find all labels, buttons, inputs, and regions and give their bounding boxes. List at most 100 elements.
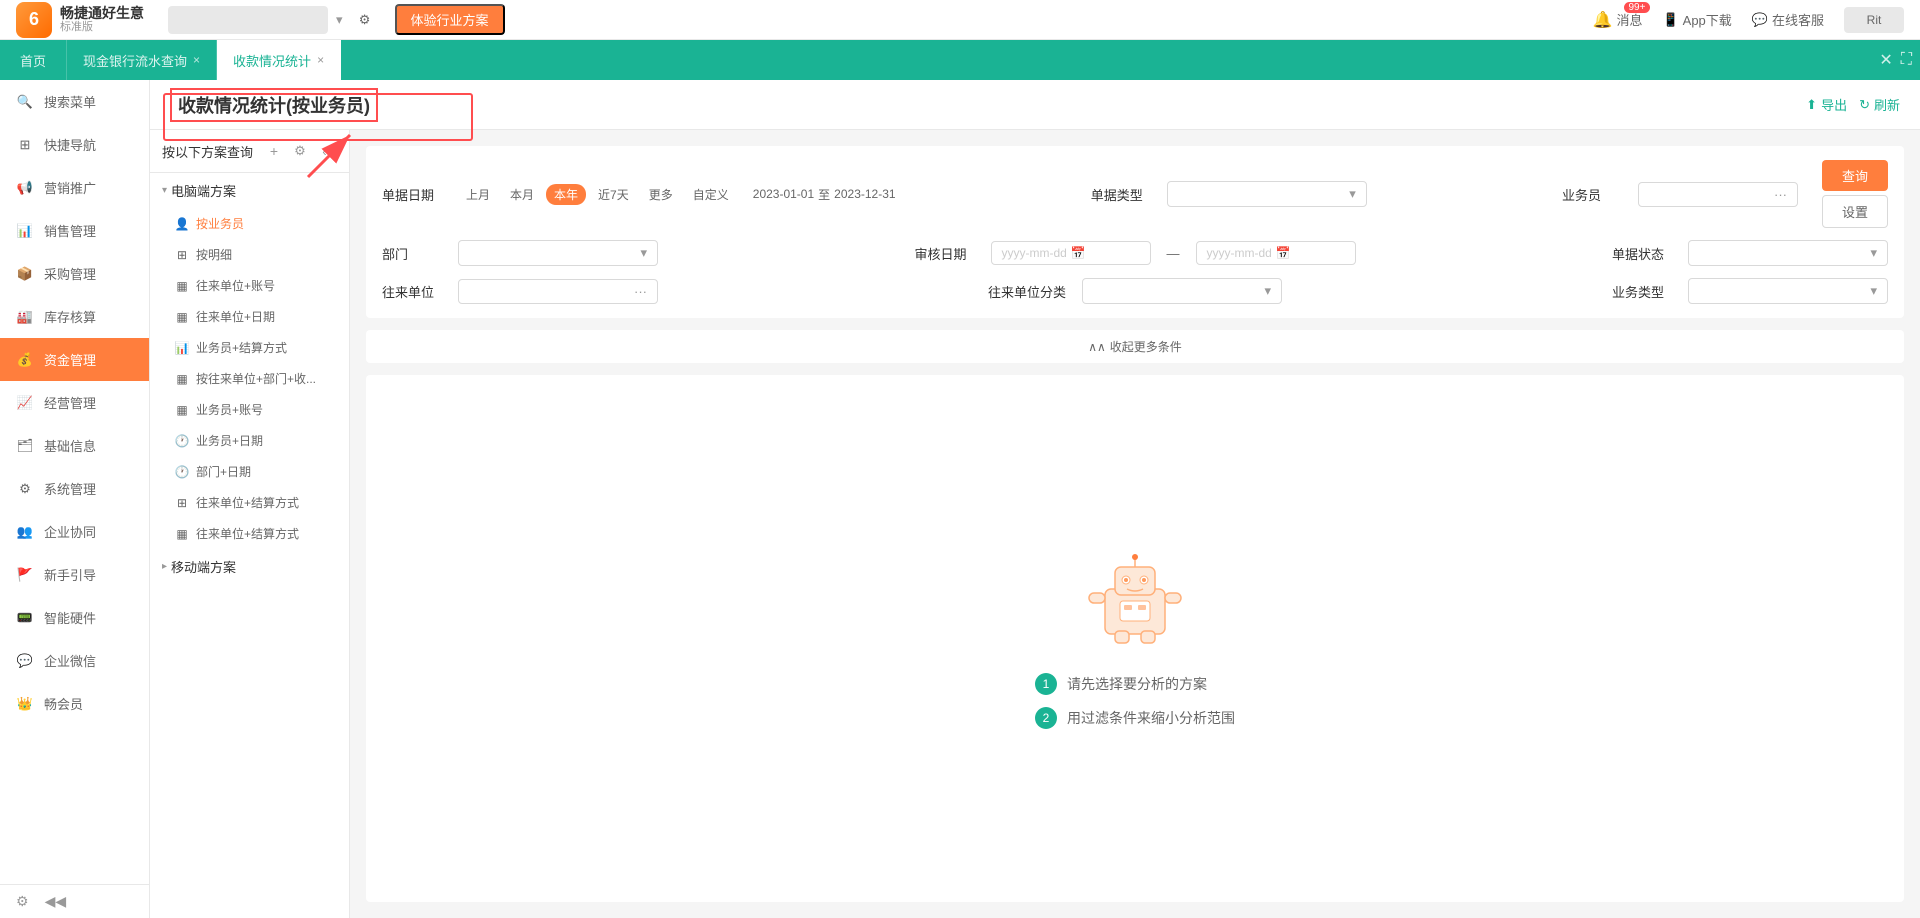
- sidebar-collapse-icon[interactable]: ◀◀: [45, 893, 67, 910]
- date-tab-more[interactable]: 更多: [641, 184, 681, 205]
- date-tab-custom[interactable]: 自定义: [685, 184, 737, 205]
- date-tab-7days[interactable]: 近7天: [590, 184, 637, 205]
- tree-item-partner-settlement1[interactable]: ⊞ 往来单位+结算方式: [150, 487, 349, 518]
- biz-type-label: 业务类型: [1612, 282, 1672, 301]
- action-buttons: 查询 设置: [1822, 160, 1888, 228]
- tab-close-all-icon[interactable]: ✕: [1879, 50, 1892, 70]
- trial-btn[interactable]: 体验行业方案: [395, 4, 505, 35]
- tree-item-partner-account[interactable]: ▦ 往来单位+账号: [150, 270, 349, 301]
- sidebar-item-operations[interactable]: 📈 经营管理: [0, 381, 149, 424]
- sidebar-item-system[interactable]: ⚙ 系统管理: [0, 467, 149, 510]
- calendar-start-icon[interactable]: 📅: [1071, 246, 1086, 260]
- refresh-btn[interactable]: ↻ 刷新: [1859, 95, 1900, 114]
- notification-badge: 99+: [1624, 2, 1651, 13]
- tree-item-salesperson-settlement[interactable]: 📊 业务员+结算方式: [150, 332, 349, 363]
- partner-category-select[interactable]: ▾: [1082, 278, 1282, 304]
- table4-icon: ▦: [174, 402, 190, 418]
- sidebar-item-finance[interactable]: 💰 资金管理: [0, 338, 149, 381]
- tree-item-partner-dept[interactable]: ▦ 按往来单位+部门+收...: [150, 363, 349, 394]
- tree-item-dept-date[interactable]: 🕐 部门+日期: [150, 456, 349, 487]
- biz-type-select[interactable]: ▾: [1688, 278, 1888, 304]
- tab-bank-flow[interactable]: 现金银行流水查询 ×: [67, 40, 217, 80]
- tab-expand-icon[interactable]: ⛶: [1901, 51, 1912, 69]
- partner-select[interactable]: ···: [458, 279, 658, 304]
- sidebar-item-enterprise[interactable]: 👥 企业协同: [0, 510, 149, 553]
- sidebar-item-inventory[interactable]: 🏭 库存核算: [0, 295, 149, 338]
- tree-item-partner-date[interactable]: ▦ 往来单位+日期: [150, 301, 349, 332]
- date-tab-this-year[interactable]: 本年: [546, 184, 586, 205]
- filter-section: 单据日期 上月 本月 本年 近7天 更多 自定义 2023-01-01 至: [366, 146, 1904, 318]
- partner-dots: ···: [634, 284, 647, 299]
- megaphone-icon: 📢: [16, 179, 34, 197]
- sidebar-item-purchase[interactable]: 📦 采购管理: [0, 252, 149, 295]
- settings-gear-btn[interactable]: ⚙: [351, 6, 379, 34]
- review-date-end[interactable]: yyyy-mm-dd 📅: [1196, 241, 1356, 265]
- filter-row-3: 往来单位 ··· 往来单位分类 ▾ 业务类型: [382, 278, 1888, 304]
- sidebar-item-smart-hardware[interactable]: 📟 智能硬件: [0, 596, 149, 639]
- sidebar-item-quick-nav[interactable]: ⊞ 快捷导航: [0, 123, 149, 166]
- step-num-1: 1: [1035, 673, 1057, 695]
- wechat-icon: 💬: [16, 652, 34, 670]
- salesperson-select[interactable]: ···: [1638, 182, 1798, 207]
- sidebar-item-member[interactable]: 👑 畅会员: [0, 682, 149, 725]
- online-service-btn[interactable]: 💬 在线客服: [1752, 10, 1824, 29]
- sidebar-item-wechat[interactable]: 💬 企业微信: [0, 639, 149, 682]
- tree-parent-mobile[interactable]: ▸ 移动端方案: [150, 549, 349, 584]
- query-btn[interactable]: 查询: [1822, 160, 1888, 191]
- export-icon: ⬆: [1806, 97, 1817, 113]
- breadcrumb-dropdown[interactable]: ▾: [336, 12, 343, 28]
- salesperson-label: 业务员: [1562, 185, 1622, 204]
- empty-steps: 1 请先选择要分析的方案 2 用过滤条件来缩小分析范围: [1035, 673, 1235, 729]
- doc-type-select[interactable]: ▾: [1167, 181, 1367, 207]
- tree-item-salesperson-date[interactable]: 🕐 业务员+日期: [150, 425, 349, 456]
- user-avatar[interactable]: Rit: [1844, 7, 1904, 33]
- doc-type-arrow: ▾: [1349, 186, 1356, 202]
- finance-icon: 💰: [16, 351, 34, 369]
- panel-add-btn[interactable]: +: [263, 140, 285, 162]
- date-tab-this-month[interactable]: 本月: [502, 184, 542, 205]
- salesperson-dots: ···: [1774, 187, 1787, 202]
- panel-collapse-btn[interactable]: «: [315, 140, 337, 162]
- sidebar-settings-icon[interactable]: ⚙: [16, 893, 29, 910]
- tree-item-partner-settlement2[interactable]: ▦ 往来单位+结算方式: [150, 518, 349, 549]
- dept-label: 部门: [382, 244, 442, 263]
- collapse-btn[interactable]: ∧∧ 收起更多条件: [1088, 338, 1182, 355]
- review-date-start[interactable]: yyyy-mm-dd 📅: [991, 241, 1151, 265]
- panel-header: 按以下方案查询 + ⚙ «: [150, 130, 349, 173]
- dept-select[interactable]: ▾: [458, 240, 658, 266]
- sidebar-item-sales[interactable]: 📊 销售管理: [0, 209, 149, 252]
- tab-close-bank[interactable]: ×: [193, 53, 200, 67]
- tree-parent-desktop[interactable]: ▾ 电脑端方案: [150, 173, 349, 208]
- sidebar-item-marketing[interactable]: 📢 营销推广: [0, 166, 149, 209]
- tab-receipt-stats[interactable]: 收款情况统计 ×: [217, 40, 341, 80]
- breadcrumb-input: [168, 6, 328, 34]
- right-panel: 单据日期 上月 本月 本年 近7天 更多 自定义 2023-01-01 至: [350, 130, 1920, 918]
- empty-state: 1 请先选择要分析的方案 2 用过滤条件来缩小分析范围: [366, 375, 1904, 902]
- sidebar-item-newbie[interactable]: 🚩 新手引导: [0, 553, 149, 596]
- page-title: 收款情况统计(按业务员): [170, 88, 378, 122]
- sidebar-item-basic-info[interactable]: 🗂 基础信息: [0, 424, 149, 467]
- app-download-btn[interactable]: 📱 App下载: [1662, 10, 1731, 29]
- tab-home[interactable]: 首页: [0, 40, 67, 80]
- collapse-bar: ∧∧ 收起更多条件: [366, 330, 1904, 363]
- tree-item-by-salesperson[interactable]: 👤 按业务员: [150, 208, 349, 239]
- export-btn[interactable]: ⬆ 导出: [1806, 95, 1847, 114]
- sidebar-item-search-menu[interactable]: 🔍 搜索菜单: [0, 80, 149, 123]
- date-tab-last-month[interactable]: 上月: [458, 184, 498, 205]
- tree-item-salesperson-account[interactable]: ▦ 业务员+账号: [150, 394, 349, 425]
- biz-type-arrow: ▾: [1870, 283, 1877, 299]
- tree-arrow-desktop: ▾: [162, 185, 167, 196]
- tree-mobile: ▸ 移动端方案: [150, 549, 349, 584]
- doc-status-select[interactable]: ▾: [1688, 240, 1888, 266]
- tab-close-receipt[interactable]: ×: [317, 53, 324, 67]
- partner-cat-arrow: ▾: [1264, 283, 1271, 299]
- tree-desktop: ▾ 电脑端方案 👤 按业务员 ⊞ 按明细 ▦ 往来单位+账号: [150, 173, 349, 549]
- panel-settings-btn[interactable]: ⚙: [289, 140, 311, 162]
- date-start: 2023-01-01: [753, 187, 814, 201]
- smart-hardware-icon: 📟: [16, 609, 34, 627]
- settings-btn[interactable]: 设置: [1822, 195, 1888, 228]
- tree-item-detail[interactable]: ⊞ 按明细: [150, 239, 349, 270]
- calendar-end-icon[interactable]: 📅: [1276, 246, 1291, 260]
- notification-btn[interactable]: 🔔 消息 99+: [1593, 10, 1643, 30]
- grid2-icon: ⊞: [174, 495, 190, 511]
